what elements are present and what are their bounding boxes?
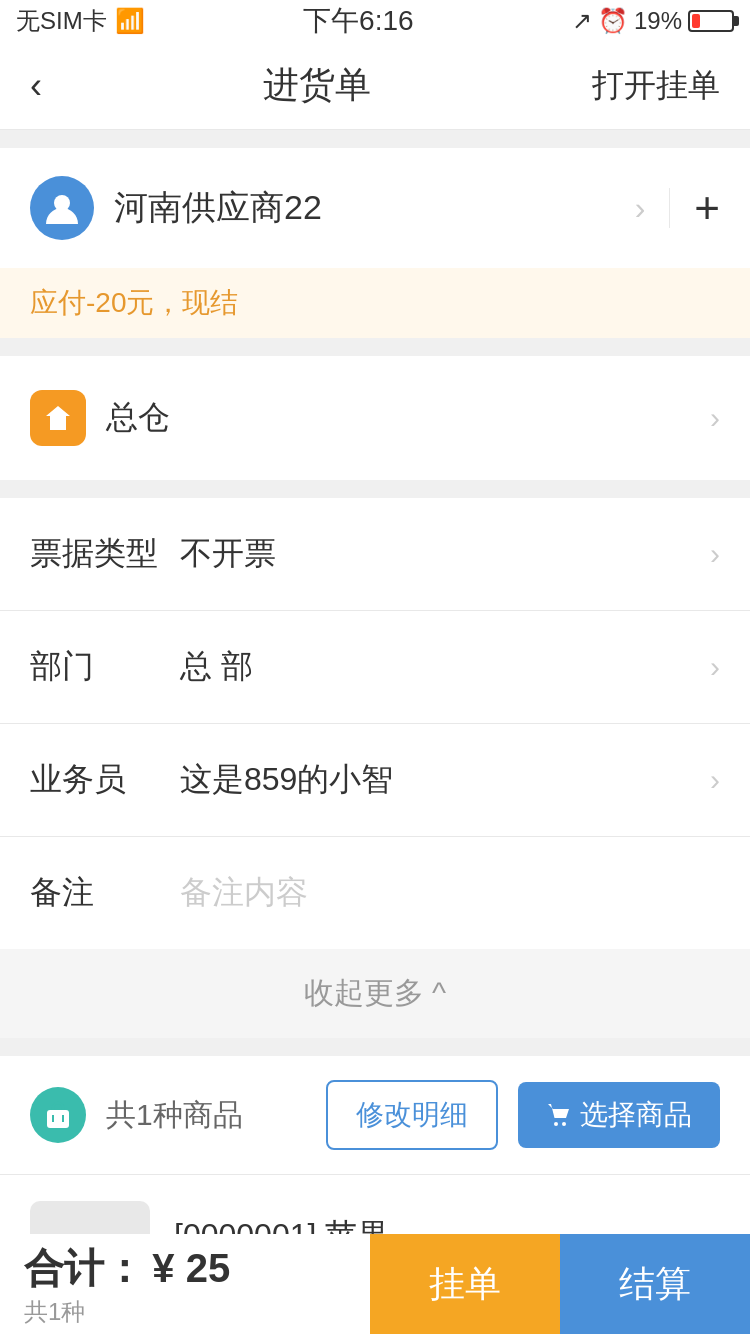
total-value: ¥ 25 bbox=[152, 1246, 230, 1290]
wifi-icon: 📶 bbox=[115, 7, 145, 35]
open-hang-button[interactable]: 打开挂单 bbox=[592, 64, 720, 108]
top-divider bbox=[0, 130, 750, 148]
alarm-icon: ⏰ bbox=[598, 7, 628, 35]
total-label: 合计： bbox=[24, 1246, 144, 1290]
total-main: 合计： ¥ 25 bbox=[24, 1241, 346, 1296]
warehouse-chevron-icon: › bbox=[710, 401, 720, 435]
svg-rect-1 bbox=[47, 1110, 69, 1128]
add-button[interactable]: + bbox=[694, 183, 720, 233]
back-button[interactable]: ‹ bbox=[30, 65, 42, 107]
remark-input[interactable]: 备注内容 bbox=[170, 871, 720, 915]
status-left: 无SIM卡 📶 bbox=[16, 5, 145, 37]
salesperson-chevron-icon: › bbox=[710, 763, 720, 797]
cart-icon bbox=[546, 1102, 572, 1128]
settle-button[interactable]: 结算 bbox=[560, 1234, 750, 1334]
divider-2 bbox=[0, 480, 750, 498]
collapse-label: 收起更多 ^ bbox=[304, 973, 446, 1014]
salesperson-row[interactable]: 业务员 这是859的小智 › bbox=[0, 724, 750, 836]
total-count: 共1种 bbox=[24, 1296, 346, 1328]
svg-point-4 bbox=[554, 1122, 558, 1126]
total-section: 合计： ¥ 25 共1种 bbox=[0, 1234, 370, 1334]
form-section: 票据类型 不开票 › 部门 总 部 › 业务员 这是859的小智 › 备注 备注… bbox=[0, 498, 750, 949]
warehouse-row[interactable]: 总仓 › bbox=[0, 356, 750, 480]
edit-detail-button[interactable]: 修改明细 bbox=[326, 1080, 498, 1150]
department-chevron-icon: › bbox=[710, 650, 720, 684]
divider-1 bbox=[0, 338, 750, 356]
supplier-row[interactable]: 河南供应商22 › + bbox=[0, 148, 750, 268]
notice-text: 应付-20元，现结 bbox=[30, 287, 238, 318]
nav-bar: ‹ 进货单 打开挂单 bbox=[0, 42, 750, 130]
department-value: 总 部 bbox=[170, 645, 710, 689]
collapse-row[interactable]: 收起更多 ^ bbox=[0, 949, 750, 1038]
supplier-avatar bbox=[30, 176, 94, 240]
select-product-label: 选择商品 bbox=[580, 1096, 692, 1134]
product-header: 共1种商品 修改明细 选择商品 bbox=[0, 1056, 750, 1174]
warehouse-section: 总仓 › bbox=[0, 356, 750, 480]
divider-3 bbox=[0, 1038, 750, 1056]
product-header-icon bbox=[30, 1087, 86, 1143]
status-right: ↗ ⏰ 19% bbox=[572, 7, 734, 35]
remark-row[interactable]: 备注 备注内容 bbox=[0, 837, 750, 949]
warehouse-icon bbox=[30, 390, 86, 446]
status-time: 下午6:16 bbox=[303, 2, 414, 40]
battery-pct: 19% bbox=[634, 7, 682, 35]
select-product-button[interactable]: 选择商品 bbox=[518, 1082, 720, 1148]
salesperson-value: 这是859的小智 bbox=[170, 758, 710, 802]
carrier-label: 无SIM卡 bbox=[16, 5, 107, 37]
supplier-name: 河南供应商22 bbox=[114, 185, 635, 231]
hang-button[interactable]: 挂单 bbox=[370, 1234, 560, 1334]
department-label: 部门 bbox=[30, 645, 170, 689]
warehouse-name: 总仓 bbox=[106, 396, 710, 440]
department-row[interactable]: 部门 总 部 › bbox=[0, 611, 750, 723]
battery-icon bbox=[688, 10, 734, 32]
supplier-section: 河南供应商22 › + 应付-20元，现结 bbox=[0, 148, 750, 338]
supplier-divider bbox=[669, 188, 670, 228]
svg-point-5 bbox=[562, 1122, 566, 1126]
invoice-type-label: 票据类型 bbox=[30, 532, 170, 576]
supplier-chevron-icon: › bbox=[635, 190, 646, 227]
notice-bar: 应付-20元，现结 bbox=[0, 268, 750, 338]
invoice-type-value: 不开票 bbox=[170, 532, 710, 576]
battery-fill bbox=[692, 14, 700, 28]
page-title: 进货单 bbox=[263, 61, 371, 110]
location-icon: ↗ bbox=[572, 7, 592, 35]
salesperson-label: 业务员 bbox=[30, 758, 170, 802]
status-bar: 无SIM卡 📶 下午6:16 ↗ ⏰ 19% bbox=[0, 0, 750, 42]
invoice-type-row[interactable]: 票据类型 不开票 › bbox=[0, 498, 750, 610]
remark-label: 备注 bbox=[30, 871, 170, 915]
invoice-type-chevron-icon: › bbox=[710, 537, 720, 571]
bottom-bar: 合计： ¥ 25 共1种 挂单 结算 bbox=[0, 1234, 750, 1334]
product-count-label: 共1种商品 bbox=[106, 1095, 306, 1136]
product-header-divider bbox=[0, 1174, 750, 1175]
